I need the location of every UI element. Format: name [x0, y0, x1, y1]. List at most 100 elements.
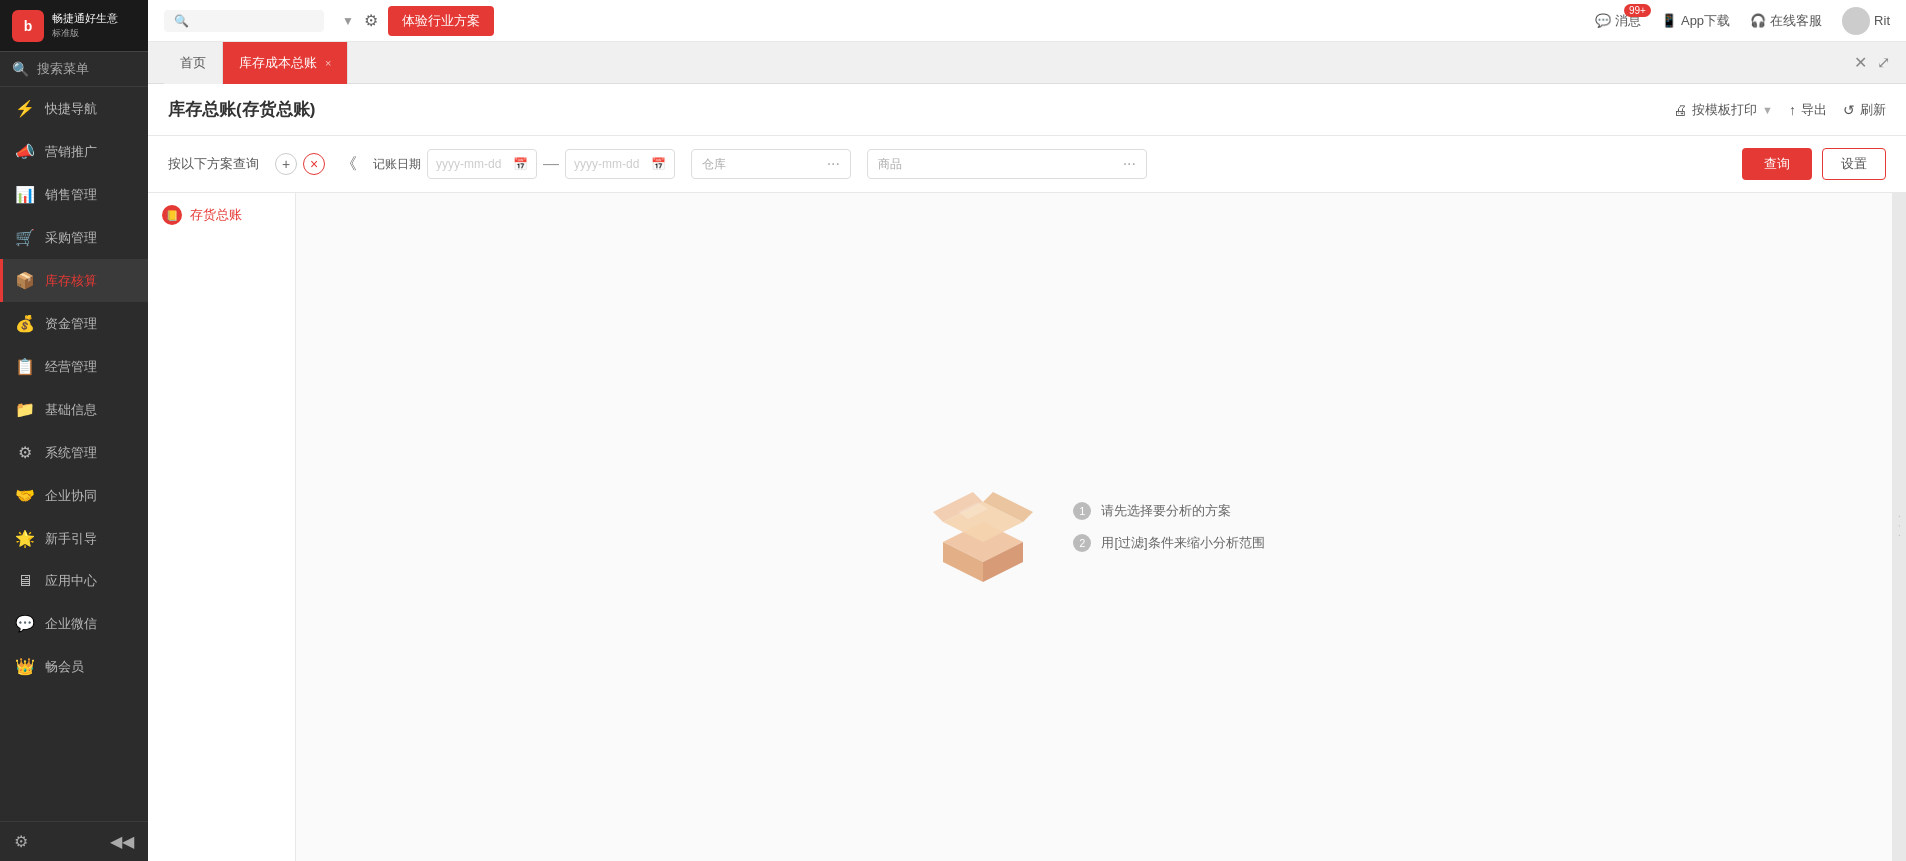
print-dropdown-icon[interactable]: ▼ [1762, 104, 1773, 116]
app-download-label: App下载 [1681, 12, 1730, 30]
window-expand-icon[interactable]: ⤢ [1877, 53, 1890, 72]
sidebar-item-operation[interactable]: 📋 经营管理 [0, 345, 148, 388]
calendar-start-icon[interactable]: 📅 [513, 157, 528, 171]
sidebar-item-label: 系统管理 [45, 444, 97, 462]
sidebar-item-finance[interactable]: 💰 资金管理 [0, 302, 148, 345]
sidebar-item-label: 企业协同 [45, 487, 97, 505]
sidebar-item-appcenter[interactable]: 🖥 应用中心 [0, 560, 148, 602]
sidebar-item-enterprise[interactable]: 🤝 企业协同 [0, 474, 148, 517]
tip-num-1: 1 [1073, 502, 1091, 520]
tip-text-2: 用[过滤]条件来缩小分析范围 [1101, 534, 1264, 552]
sidebar-item-basic[interactable]: 📁 基础信息 [0, 388, 148, 431]
basic-icon: 📁 [15, 400, 35, 419]
sidebar-search[interactable]: 🔍 搜索菜单 [0, 52, 148, 87]
date-label: 记账日期 [373, 156, 421, 173]
collapse-icon[interactable]: ◀◀ [110, 832, 134, 851]
page-title: 库存总账(存货总账) [168, 98, 315, 121]
settings-icon[interactable]: ⚙ [14, 832, 28, 851]
clear-filter-btn[interactable]: × [303, 153, 325, 175]
date-end-input[interactable]: yyyy-mm-dd 📅 [565, 149, 675, 179]
print-icon: 🖨 [1673, 102, 1687, 118]
industry-btn[interactable]: 体验行业方案 [388, 6, 494, 36]
add-filter-btn[interactable]: + [275, 153, 297, 175]
sidebar-item-label: 经营管理 [45, 358, 97, 376]
online-service-label: 在线客服 [1770, 12, 1822, 30]
sidebar-item-label: 畅会员 [45, 658, 84, 676]
user-item[interactable]: Rit [1842, 7, 1890, 35]
tab-close-icon[interactable]: × [325, 57, 331, 69]
tab-right-actions: ✕ ⤢ [1854, 53, 1890, 72]
sidebar-item-label: 营销推广 [45, 143, 97, 161]
print-action[interactable]: 🖨 按模板打印 ▼ [1673, 101, 1773, 119]
online-service-item[interactable]: 🎧 在线客服 [1750, 12, 1822, 30]
system-icon: ⚙ [15, 443, 35, 462]
right-panel-handle[interactable]: · · · [1892, 193, 1906, 861]
sidebar-item-marketing[interactable]: 📣 营销推广 [0, 130, 148, 173]
topbar-dropdown-icon[interactable]: ▼ [342, 14, 354, 28]
tab-active-label: 库存成本总账 [239, 54, 317, 72]
sidebar-item-label: 企业微信 [45, 615, 97, 633]
sidebar-item-member[interactable]: 👑 畅会员 [0, 645, 148, 688]
product-filter[interactable]: 商品 ··· [867, 149, 1147, 179]
date-range: 记账日期 yyyy-mm-dd 📅 — yyyy-mm-dd 📅 [373, 149, 675, 179]
warehouse-filter[interactable]: 仓库 ··· [691, 149, 851, 179]
search-icon: 🔍 [12, 61, 29, 77]
refresh-action[interactable]: ↺ 刷新 [1843, 101, 1886, 119]
operation-icon: 📋 [15, 357, 35, 376]
print-label: 按模板打印 [1692, 101, 1757, 119]
window-close-icon[interactable]: ✕ [1854, 53, 1867, 72]
collapse-filter-btn[interactable]: 《 [341, 154, 357, 175]
scheme-item-inventory-ledger[interactable]: 📒 存货总账 [148, 193, 295, 237]
sidebar-item-corpwx[interactable]: 💬 企业微信 [0, 602, 148, 645]
tip-item-2: 2 用[过滤]条件来缩小分析范围 [1073, 534, 1264, 552]
date-start-placeholder: yyyy-mm-dd [436, 157, 501, 171]
tab-home[interactable]: 首页 [164, 42, 223, 84]
avatar [1842, 7, 1870, 35]
sidebar-item-inventory[interactable]: 📦 库存核算 [0, 259, 148, 302]
settings-btn[interactable]: 设置 [1822, 148, 1886, 180]
query-btn[interactable]: 查询 [1742, 148, 1812, 180]
inventory-icon: 📦 [15, 271, 35, 290]
sidebar-item-purchase[interactable]: 🛒 采购管理 [0, 216, 148, 259]
topbar: 🔍 ▼ ⚙ 体验行业方案 💬 消息 99+ 📱 App下载 🎧 在线客服 Ri [148, 0, 1906, 42]
handle-dots-icon: · · · [1894, 515, 1905, 539]
sidebar-item-label: 应用中心 [45, 572, 97, 590]
sidebar-item-system[interactable]: ⚙ 系统管理 [0, 431, 148, 474]
scheme-icon: 📒 [162, 205, 182, 225]
topbar-search-box[interactable]: 🔍 [164, 10, 324, 32]
date-separator: — [543, 155, 559, 173]
messages-item[interactable]: 💬 消息 99+ [1595, 12, 1641, 30]
export-action[interactable]: ↑ 导出 [1789, 101, 1827, 119]
date-start-input[interactable]: yyyy-mm-dd 📅 [427, 149, 537, 179]
message-icon: 💬 [1595, 13, 1611, 28]
refresh-icon: ↺ [1843, 102, 1855, 118]
sidebar-nav: ⚡ 快捷导航 📣 营销推广 📊 销售管理 🛒 采购管理 📦 库存核算 💰 资金管… [0, 87, 148, 821]
user-name: Rit [1874, 13, 1890, 28]
sidebar-item-quick-nav[interactable]: ⚡ 快捷导航 [0, 87, 148, 130]
data-area: 📒 存货总账 [148, 193, 1906, 861]
tabbar: 首页 库存成本总账 × ✕ ⤢ [148, 42, 1906, 84]
tip-item-1: 1 请先选择要分析的方案 [1073, 502, 1264, 520]
sidebar-item-sales[interactable]: 📊 销售管理 [0, 173, 148, 216]
sidebar-item-newbie[interactable]: 🌟 新手引导 [0, 517, 148, 560]
sidebar-item-label: 快捷导航 [45, 100, 97, 118]
empty-illustration [923, 467, 1043, 587]
sidebar-item-label: 库存核算 [45, 272, 97, 290]
calendar-end-icon[interactable]: 📅 [651, 157, 666, 171]
product-more-icon[interactable]: ··· [1123, 155, 1136, 173]
sidebar-item-label: 基础信息 [45, 401, 97, 419]
corpwx-icon: 💬 [15, 614, 35, 633]
data-main: 1 请先选择要分析的方案 2 用[过滤]条件来缩小分析范围 [296, 193, 1892, 861]
app-download-item[interactable]: 📱 App下载 [1661, 12, 1730, 30]
warehouse-more-icon[interactable]: ··· [827, 155, 840, 173]
tab-inventory-ledger[interactable]: 库存成本总账 × [223, 42, 348, 84]
finance-icon: 💰 [15, 314, 35, 333]
date-end-placeholder: yyyy-mm-dd [574, 157, 639, 171]
marketing-icon: 📣 [15, 142, 35, 161]
topbar-left: 🔍 ▼ ⚙ 体验行业方案 [164, 6, 494, 36]
empty-tips: 1 请先选择要分析的方案 2 用[过滤]条件来缩小分析范围 [1073, 502, 1264, 552]
topbar-gear-icon[interactable]: ⚙ [364, 11, 378, 30]
scheme-panel: 📒 存货总账 [148, 193, 296, 861]
filter-section: 按以下方案查询 + × 《 记账日期 yyyy-mm-dd 📅 — yyyy-m… [148, 136, 1906, 193]
sidebar-item-label: 销售管理 [45, 186, 97, 204]
